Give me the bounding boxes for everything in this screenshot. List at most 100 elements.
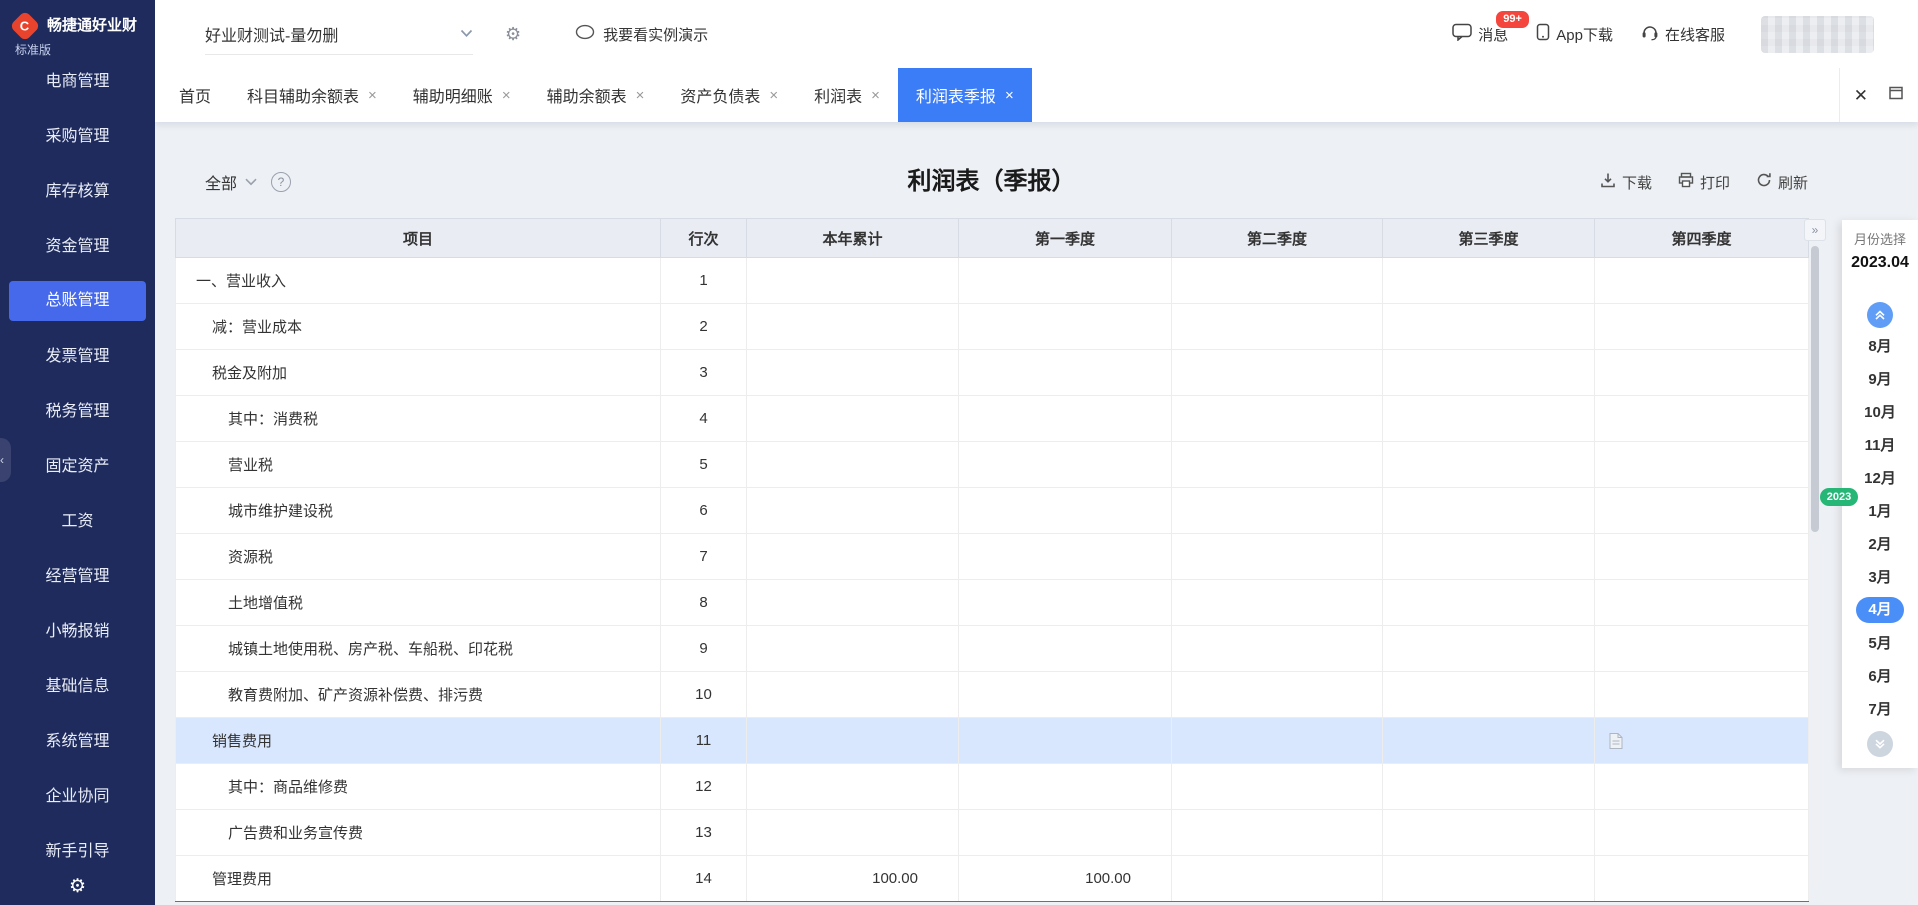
scroll-months-up-icon[interactable]	[1867, 302, 1893, 328]
cell-value[interactable]	[958, 303, 1172, 350]
table-row-5[interactable]: 营业税 5	[175, 441, 1809, 488]
month-3月[interactable]: 3月	[1842, 561, 1918, 594]
cell-value[interactable]	[958, 579, 1172, 626]
tab-辅助明细账[interactable]: 辅助明细账 ×	[395, 68, 529, 122]
month-9月[interactable]: 9月	[1842, 363, 1918, 396]
cell-value[interactable]	[1171, 625, 1383, 672]
cell-value[interactable]	[1594, 533, 1809, 580]
close-all-tabs-icon[interactable]: ✕	[1854, 87, 1868, 104]
settings-gear-icon[interactable]: ⚙	[69, 875, 86, 898]
cell-value[interactable]	[958, 257, 1172, 304]
cell-value[interactable]	[1594, 809, 1809, 856]
cell-value[interactable]	[958, 625, 1172, 672]
cell-value[interactable]	[1171, 349, 1383, 396]
cell-value[interactable]	[1594, 717, 1809, 764]
cell-value[interactable]	[958, 395, 1172, 442]
cell-value[interactable]	[958, 487, 1172, 534]
cell-value[interactable]	[746, 533, 959, 580]
cell-value[interactable]	[1594, 855, 1809, 902]
print-button[interactable]: 打印	[1678, 172, 1730, 193]
messages-button[interactable]: 消息 99+	[1452, 9, 1531, 45]
maximize-view-icon[interactable]	[1888, 85, 1904, 106]
cell-value[interactable]	[958, 671, 1172, 718]
cell-value[interactable]	[746, 441, 959, 488]
sidebar-collapse-handle[interactable]: ‹	[0, 438, 11, 482]
sidebar-item-经营管理[interactable]: 经营管理	[0, 549, 155, 604]
online-service-button[interactable]: 在线客服	[1641, 23, 1725, 45]
cell-value[interactable]	[1171, 257, 1383, 304]
cell-value[interactable]	[1594, 349, 1809, 396]
sidebar-item-小畅报销[interactable]: 小畅报销	[0, 604, 155, 659]
tab-首页[interactable]: 首页	[161, 68, 229, 122]
tab-利润表季报[interactable]: 利润表季报 ×	[897, 68, 1032, 122]
cell-value[interactable]	[958, 533, 1172, 580]
cell-value[interactable]	[1382, 303, 1595, 350]
table-row-2[interactable]: 减：营业成本 2	[175, 303, 1809, 350]
sidebar-item-发票管理[interactable]: 发票管理	[0, 329, 155, 384]
refresh-button[interactable]: 刷新	[1756, 172, 1808, 193]
cell-value[interactable]	[746, 671, 959, 718]
cell-value[interactable]	[1171, 395, 1383, 442]
cell-value[interactable]	[958, 441, 1172, 488]
cell-value[interactable]	[1171, 487, 1383, 534]
month-10月[interactable]: 10月	[1842, 396, 1918, 429]
cell-value[interactable]	[958, 809, 1172, 856]
cell-value[interactable]	[1171, 533, 1383, 580]
cell-value[interactable]	[1594, 441, 1809, 488]
cell-value[interactable]	[1382, 395, 1595, 442]
cell-value[interactable]	[746, 303, 959, 350]
cell-value[interactable]	[1171, 303, 1383, 350]
gear-icon[interactable]: ⚙	[505, 24, 521, 45]
month-8月[interactable]: 8月	[1842, 330, 1918, 363]
sidebar-item-总账管理[interactable]: 总账管理	[9, 281, 146, 321]
demo-link[interactable]: 我要看实例演示	[575, 24, 708, 45]
download-button[interactable]: 下载	[1600, 172, 1652, 193]
table-row-9[interactable]: 城镇土地使用税、房产税、车船税、印花税 9	[175, 625, 1809, 672]
table-row-12[interactable]: 其中：商品维修费 12	[175, 763, 1809, 810]
table-row-10[interactable]: 教育费附加、矿产资源补偿费、排污费 10	[175, 671, 1809, 718]
sidebar-item-库存核算[interactable]: 库存核算	[0, 164, 155, 219]
cell-value[interactable]	[1382, 579, 1595, 626]
table-row-7[interactable]: 资源税 7	[175, 533, 1809, 580]
table-row-14[interactable]: 管理费用 14 100.00 100.00	[175, 855, 1809, 902]
cell-value[interactable]	[1594, 579, 1809, 626]
cell-value[interactable]	[958, 763, 1172, 810]
vertical-scrollbar-track[interactable]	[1811, 246, 1819, 885]
month-2月[interactable]: 2月	[1842, 528, 1918, 561]
cell-value[interactable]	[1594, 395, 1809, 442]
cell-value[interactable]	[1382, 809, 1595, 856]
tab-close-icon[interactable]: ×	[636, 88, 645, 103]
scroll-months-down-icon[interactable]	[1867, 731, 1893, 757]
cell-value[interactable]	[1171, 809, 1383, 856]
cell-value[interactable]	[746, 487, 959, 534]
table-row-1[interactable]: 一、营业收入 1	[175, 257, 1809, 304]
cell-value[interactable]	[1382, 349, 1595, 396]
cell-value[interactable]	[1171, 579, 1383, 626]
app-download-button[interactable]: App下载	[1536, 23, 1613, 45]
sidebar-item-基础信息[interactable]: 基础信息	[0, 659, 155, 714]
table-row-6[interactable]: 城市维护建设税 6	[175, 487, 1809, 534]
tab-close-icon[interactable]: ×	[368, 88, 377, 103]
tab-资产负债表[interactable]: 资产负债表 ×	[662, 68, 796, 122]
tab-辅助余额表[interactable]: 辅助余额表 ×	[529, 68, 663, 122]
cell-value[interactable]	[746, 809, 959, 856]
table-row-4[interactable]: 其中：消费税 4	[175, 395, 1809, 442]
cell-value[interactable]	[1171, 717, 1383, 764]
collapse-month-panel-button[interactable]: »	[1804, 219, 1826, 241]
cell-value[interactable]	[1171, 441, 1383, 488]
cell-value[interactable]	[958, 349, 1172, 396]
table-row-3[interactable]: 税金及附加 3	[175, 349, 1809, 396]
cell-value[interactable]	[1382, 717, 1595, 764]
sidebar-item-新手引导[interactable]: 新手引导	[0, 824, 155, 879]
sidebar-item-资金管理[interactable]: 资金管理	[0, 219, 155, 274]
sidebar-item-税务管理[interactable]: 税务管理	[0, 384, 155, 439]
sidebar-item-采购管理[interactable]: 采购管理	[0, 109, 155, 164]
cell-value[interactable]	[1171, 855, 1383, 902]
cell-value[interactable]	[1594, 303, 1809, 350]
cell-value[interactable]	[1382, 855, 1595, 902]
cell-value[interactable]	[958, 717, 1172, 764]
cell-value[interactable]	[1382, 671, 1595, 718]
cell-value[interactable]: 100.00	[958, 855, 1172, 902]
cell-value[interactable]	[1594, 257, 1809, 304]
tab-利润表[interactable]: 利润表 ×	[796, 68, 898, 122]
